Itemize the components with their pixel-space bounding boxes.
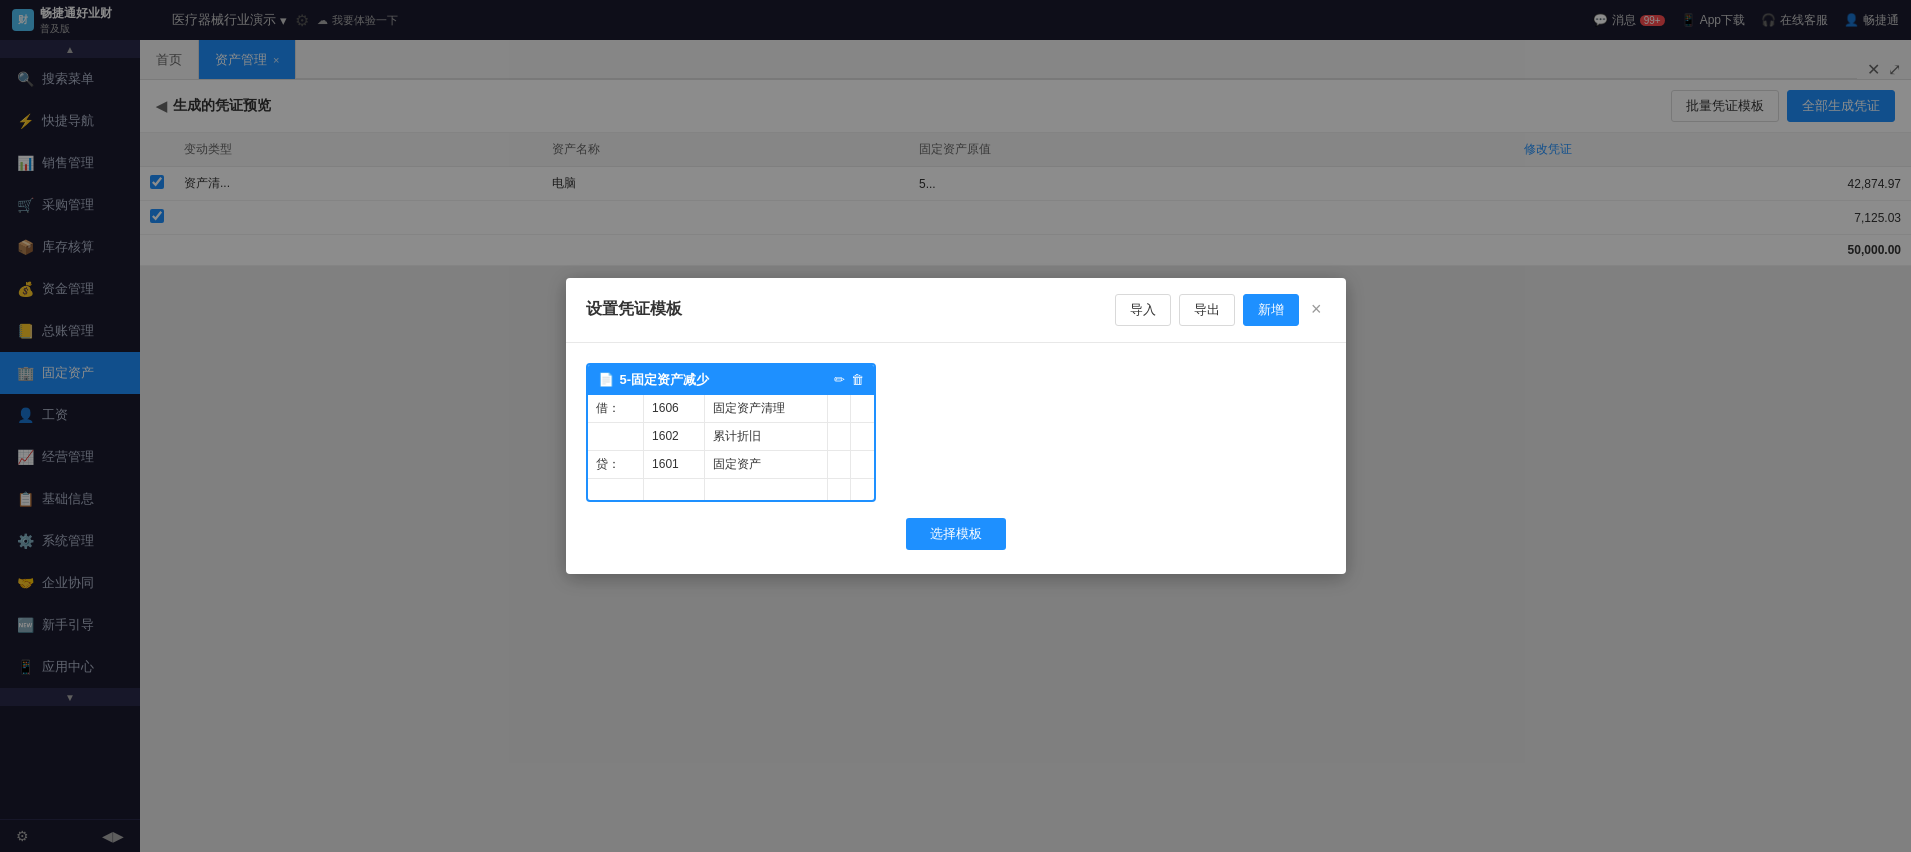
entry2-direction — [588, 422, 644, 450]
modal-overlay: 设置凭证模板 导入 导出 新增 × — [140, 80, 1911, 852]
app-container: 财 畅捷通好业财 普及版 医疗器械行业演示 ▾ ⚙ ☁ 我要体验一下 💬 消息 … — [0, 0, 1911, 852]
template-card-name: 5-固定资产减少 — [620, 371, 710, 389]
entry2-account: 累计折旧 — [704, 422, 827, 450]
entry3-account: 固定资产 — [704, 450, 827, 478]
modal-body: 📄 5-固定资产减少 ✏ 🗑 — [566, 343, 1346, 575]
entry3-code: 1601 — [644, 450, 704, 478]
template-empty-row — [588, 478, 874, 500]
empty4 — [827, 478, 851, 500]
modal-title: 设置凭证模板 — [586, 299, 682, 320]
modal-dialog: 设置凭证模板 导入 导出 新增 × — [566, 278, 1346, 575]
entry1-direction: 借： — [588, 395, 644, 423]
template-delete-icon[interactable]: 🗑 — [851, 372, 864, 387]
import-btn[interactable]: 导入 — [1115, 294, 1171, 326]
entry2-credit — [851, 422, 874, 450]
template-entry-row: 贷： 1601 固定资产 — [588, 450, 874, 478]
entry3-credit — [851, 450, 874, 478]
main-layout: ▲ 🔍 搜索菜单 ⚡ 快捷导航 📊 销售管理 🛒 采购管理 — [0, 40, 1911, 852]
entry2-code: 1602 — [644, 422, 704, 450]
template-entry-row: 1602 累计折旧 — [588, 422, 874, 450]
template-entry-row: 借： 1606 固定资产清理 — [588, 395, 874, 423]
modal-header: 设置凭证模板 导入 导出 新增 × — [566, 278, 1346, 343]
template-card-title-area: 📄 5-固定资产减少 — [598, 371, 710, 389]
content-area: 首页 资产管理 × ✕ ⤢ ◀ — [140, 40, 1911, 852]
template-card: 📄 5-固定资产减少 ✏ 🗑 — [586, 363, 876, 503]
entry1-credit — [851, 395, 874, 423]
new-btn[interactable]: 新增 — [1243, 294, 1299, 326]
select-template-btn[interactable]: 选择模板 — [906, 518, 1006, 550]
entry1-debit — [827, 395, 851, 423]
entry1-account: 固定资产清理 — [704, 395, 827, 423]
empty2 — [644, 478, 704, 500]
empty3 — [704, 478, 827, 500]
template-entries-table: 借： 1606 固定资产清理 1602 — [588, 395, 874, 501]
entry3-debit — [827, 450, 851, 478]
empty5 — [851, 478, 874, 500]
entry2-debit — [827, 422, 851, 450]
entry1-code: 1606 — [644, 395, 704, 423]
template-doc-icon: 📄 — [598, 372, 614, 387]
template-edit-icon[interactable]: ✏ — [834, 372, 845, 387]
export-btn[interactable]: 导出 — [1179, 294, 1235, 326]
modal-header-actions: 导入 导出 新增 × — [1115, 294, 1326, 326]
modal-close-btn[interactable]: × — [1307, 295, 1326, 324]
entry3-direction: 贷： — [588, 450, 644, 478]
template-card-header: 📄 5-固定资产减少 ✏ 🗑 — [588, 365, 874, 395]
template-card-actions: ✏ 🗑 — [834, 372, 864, 387]
empty1 — [588, 478, 644, 500]
content-page: ◀ 生成的凭证预览 批量凭证模板 全部生成凭证 — [140, 80, 1911, 852]
